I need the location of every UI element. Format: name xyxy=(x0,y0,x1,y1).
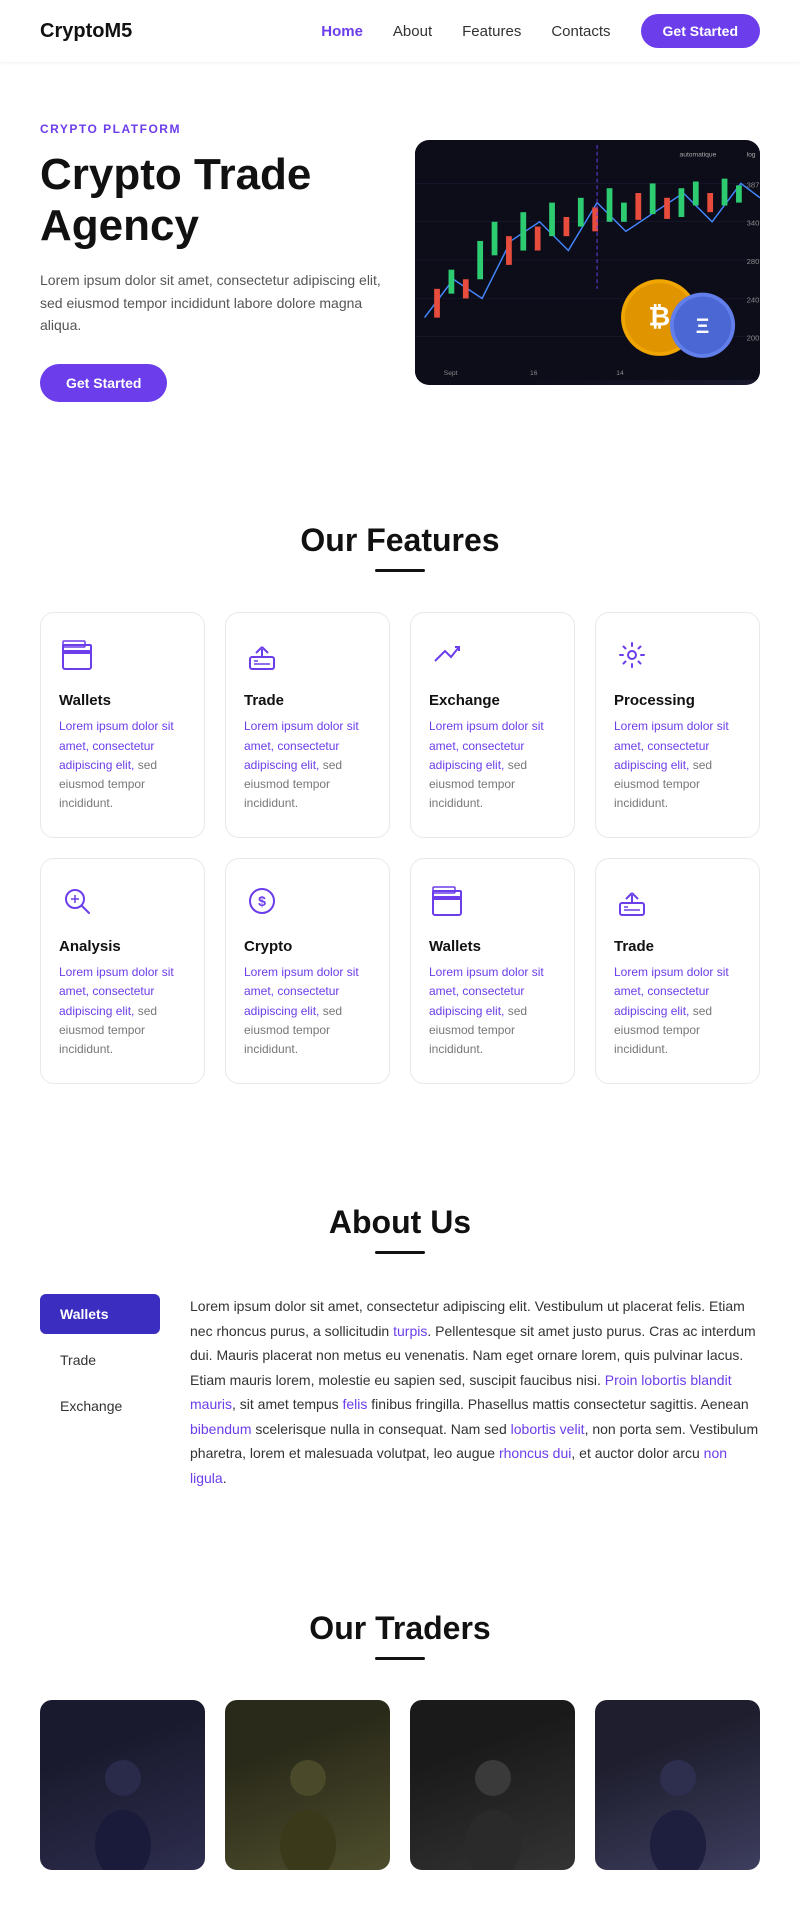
hero-chart: ₿ Ξ 387.00 340.00 280.00 240.00 200.00 l… xyxy=(415,140,760,385)
feature-card-trade: Trade Lorem ipsum dolor sit amet, consec… xyxy=(225,612,390,838)
feature-desc-trade2: Lorem ipsum dolor sit amet, consectetur … xyxy=(614,963,741,1059)
feature-name-wallets2: Wallets xyxy=(429,938,556,955)
wallets2-icon xyxy=(429,883,556,924)
feature-desc-processing: Lorem ipsum dolor sit amet, consectetur … xyxy=(614,717,741,813)
analysis-icon xyxy=(59,883,186,924)
feature-card-analysis: Analysis Lorem ipsum dolor sit amet, con… xyxy=(40,858,205,1084)
hero-title: Crypto Trade Agency xyxy=(40,150,385,251)
traders-grid xyxy=(40,1700,760,1870)
trader-card-4 xyxy=(595,1700,760,1870)
about-link-non[interactable]: non ligula xyxy=(190,1445,727,1486)
about-tab-trade[interactable]: Trade xyxy=(40,1340,160,1380)
about-tabs: Wallets Trade Exchange xyxy=(40,1294,160,1432)
hero-right: ₿ Ξ 387.00 340.00 280.00 240.00 200.00 l… xyxy=(415,140,760,385)
features-title: Our Features xyxy=(40,522,760,559)
feature-card-wallets2: Wallets Lorem ipsum dolor sit amet, cons… xyxy=(410,858,575,1084)
feature-name-exchange: Exchange xyxy=(429,692,556,709)
about-link-turpis[interactable]: turpis xyxy=(393,1323,427,1339)
navbar: CryptoM5 Home About Features Contacts Ge… xyxy=(0,0,800,62)
feature-desc-analysis: Lorem ipsum dolor sit amet, consectetur … xyxy=(59,963,186,1059)
about-link-felis[interactable]: felis xyxy=(343,1396,368,1412)
about-title: About Us xyxy=(40,1204,760,1241)
feature-desc-exchange: Lorem ipsum dolor sit amet, consectetur … xyxy=(429,717,556,813)
features-underline xyxy=(375,569,425,572)
feature-desc-trade: Lorem ipsum dolor sit amet, consectetur … xyxy=(244,717,371,813)
wallets-icon xyxy=(59,637,186,678)
svg-text:240.00: 240.00 xyxy=(747,295,760,304)
traders-underline xyxy=(375,1657,425,1660)
feature-name-wallets: Wallets xyxy=(59,692,186,709)
nav-get-started-button[interactable]: Get Started xyxy=(641,14,760,48)
feature-desc-crypto: Lorem ipsum dolor sit amet, consectetur … xyxy=(244,963,371,1059)
exchange-icon xyxy=(429,637,556,678)
about-underline xyxy=(375,1251,425,1254)
about-link-proin[interactable]: Proin lobortis blandit mauris xyxy=(190,1372,732,1413)
svg-text:$: $ xyxy=(258,893,266,909)
trader-2-silhouette xyxy=(273,1750,343,1870)
trader-card-2 xyxy=(225,1700,390,1870)
hero-left: CRYPTO PLATFORM Crypto Trade Agency Lore… xyxy=(40,122,385,402)
feature-card-exchange: Exchange Lorem ipsum dolor sit amet, con… xyxy=(410,612,575,838)
svg-text:₿: ₿ xyxy=(648,301,670,331)
svg-text:280.00: 280.00 xyxy=(747,257,760,266)
feature-desc-wallets2: Lorem ipsum dolor sit amet, consectetur … xyxy=(429,963,556,1059)
hero-get-started-button[interactable]: Get Started xyxy=(40,364,167,402)
svg-text:387.00: 387.00 xyxy=(747,180,760,189)
feature-desc-wallets: Lorem ipsum dolor sit amet, consectetur … xyxy=(59,717,186,813)
svg-text:Sept: Sept xyxy=(444,370,458,377)
feature-name-trade2: Trade xyxy=(614,938,741,955)
about-link-bibendum[interactable]: bibendum xyxy=(190,1421,252,1437)
feature-name-crypto: Crypto xyxy=(244,938,371,955)
about-body-text: Lorem ipsum dolor sit amet, consectetur … xyxy=(190,1294,760,1490)
svg-text:14: 14 xyxy=(616,370,624,377)
nav-about[interactable]: About xyxy=(393,23,432,40)
features-section: Our Features Wallets Lorem ipsum dolor s… xyxy=(0,462,800,1144)
about-content: Wallets Trade Exchange Lorem ipsum dolor… xyxy=(40,1294,760,1490)
nav-features[interactable]: Features xyxy=(462,23,521,40)
trader-card-3 xyxy=(410,1700,575,1870)
about-link-lobortis[interactable]: lobortis velit xyxy=(511,1421,585,1437)
feature-name-analysis: Analysis xyxy=(59,938,186,955)
svg-text:log: log xyxy=(747,151,756,158)
traders-title: Our Traders xyxy=(40,1610,760,1647)
features-grid: Wallets Lorem ipsum dolor sit amet, cons… xyxy=(40,612,760,1084)
trader-1-silhouette xyxy=(88,1750,158,1870)
trade2-icon xyxy=(614,883,741,924)
svg-text:200.00: 200.00 xyxy=(747,333,760,342)
trade-icon xyxy=(244,637,371,678)
feature-card-wallets: Wallets Lorem ipsum dolor sit amet, cons… xyxy=(40,612,205,838)
about-tab-wallets[interactable]: Wallets xyxy=(40,1294,160,1334)
about-link-rhoncus[interactable]: rhoncus dui xyxy=(499,1445,571,1461)
feature-card-processing: Processing Lorem ipsum dolor sit amet, c… xyxy=(595,612,760,838)
feature-name-trade: Trade xyxy=(244,692,371,709)
trader-card-1 xyxy=(40,1700,205,1870)
about-tab-exchange[interactable]: Exchange xyxy=(40,1386,160,1426)
crypto-icon: $ xyxy=(244,883,371,924)
trader-3-silhouette xyxy=(458,1750,528,1870)
nav-home[interactable]: Home xyxy=(321,23,363,40)
nav-links: Home About Features Contacts Get Started xyxy=(321,14,760,48)
hero-description: Lorem ipsum dolor sit amet, consectetur … xyxy=(40,269,385,336)
trader-4-silhouette xyxy=(643,1750,713,1870)
hero-tag: CRYPTO PLATFORM xyxy=(40,122,385,136)
nav-contacts[interactable]: Contacts xyxy=(551,23,610,40)
processing-icon xyxy=(614,637,741,678)
feature-card-trade2: Trade Lorem ipsum dolor sit amet, consec… xyxy=(595,858,760,1084)
logo: CryptoM5 xyxy=(40,20,132,43)
svg-text:automatique: automatique xyxy=(680,151,717,158)
feature-card-crypto: $ Crypto Lorem ipsum dolor sit amet, con… xyxy=(225,858,390,1084)
svg-text:16: 16 xyxy=(530,370,538,377)
traders-section: Our Traders xyxy=(0,1550,800,1930)
hero-image: ₿ Ξ 387.00 340.00 280.00 240.00 200.00 l… xyxy=(415,140,760,385)
hero-section: CRYPTO PLATFORM Crypto Trade Agency Lore… xyxy=(0,62,800,462)
feature-name-processing: Processing xyxy=(614,692,741,709)
svg-text:340.00: 340.00 xyxy=(747,218,760,227)
svg-text:Ξ: Ξ xyxy=(696,315,710,338)
about-section: About Us Wallets Trade Exchange Lorem ip… xyxy=(0,1144,800,1550)
